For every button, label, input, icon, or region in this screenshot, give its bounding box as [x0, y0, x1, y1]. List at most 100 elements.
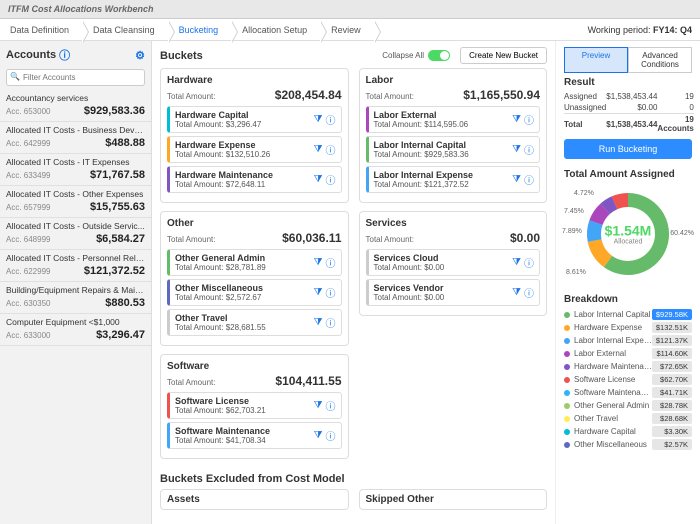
account-code: Acc. 630350 [6, 299, 50, 308]
run-bucketing-button[interactable]: Run Bucketing [564, 139, 692, 159]
create-bucket-button[interactable]: Create New Bucket [460, 47, 547, 64]
legend-label: Hardware Maintenance [574, 362, 652, 371]
wizard-step[interactable]: Bucketing [169, 21, 233, 39]
group-title: Hardware [167, 75, 342, 86]
filter-icon[interactable]: ⧩ [314, 317, 323, 328]
excluded-bucket[interactable]: Assets [160, 489, 349, 510]
info-icon[interactable]: ⓘ [326, 398, 336, 413]
donut-chart: $1.54M Allocated 60.42% 8.61% 7.89% 7.45… [564, 184, 692, 284]
filter-icon[interactable]: ⧩ [314, 144, 323, 155]
legend-row[interactable]: Hardware Capital$3.30K [564, 426, 692, 437]
info-icon[interactable]: ⓘ [326, 255, 336, 270]
account-item[interactable]: Allocated IT Costs - IT ExpensesAcc. 633… [0, 154, 151, 186]
filter-icon[interactable]: ⧩ [512, 287, 521, 298]
working-period: Working period: FY14: Q4 [588, 25, 700, 35]
account-item[interactable]: Allocated IT Costs - Personnel Relat...A… [0, 250, 151, 282]
legend-row[interactable]: Other General Admin$28.78K [564, 400, 692, 411]
account-item[interactable]: Accountancy servicesAcc. 653000$929,583.… [0, 90, 151, 122]
info-icon[interactable]: ⓘ [524, 285, 534, 300]
legend-label: Labor Internal Expense [574, 336, 652, 345]
bucket-item[interactable]: Hardware ExpenseTotal Amount: $132,510.2… [167, 136, 342, 163]
legend-row[interactable]: Other Miscellaneous$2.57K [564, 439, 692, 450]
bucket-item[interactable]: Other TravelTotal Amount: $28,681.55⧩ⓘ [167, 309, 342, 336]
info-icon[interactable]: ⓘ [326, 285, 336, 300]
help-icon[interactable]: ⓘ [59, 47, 70, 63]
bucket-item[interactable]: Labor Internal CapitalTotal Amount: $929… [366, 136, 541, 163]
bucket-item[interactable]: Labor Internal ExpenseTotal Amount: $121… [366, 166, 541, 193]
right-panel: PreviewAdvanced Conditions Result Assign… [555, 41, 700, 524]
filter-icon[interactable]: ⧩ [314, 400, 323, 411]
account-name: Allocated IT Costs - Business Devel... [6, 125, 145, 135]
legend-row[interactable]: Software License$62.70K [564, 374, 692, 385]
bucket-item[interactable]: Software MaintenanceTotal Amount: $41,70… [167, 422, 342, 449]
account-item[interactable]: Allocated IT Costs - Other ExpensesAcc. … [0, 186, 151, 218]
filter-icon[interactable]: ⧩ [314, 430, 323, 441]
account-item[interactable]: Computer Equipment <$1,000Acc. 633000$3,… [0, 314, 151, 346]
account-item[interactable]: Building/Equipment Repairs & Maint...Acc… [0, 282, 151, 314]
filter-icon[interactable]: ⧩ [314, 174, 323, 185]
bucket-name: Services Cloud [374, 253, 510, 263]
filter-icon[interactable]: ⧩ [512, 257, 521, 268]
info-icon[interactable]: ⓘ [326, 172, 336, 187]
info-icon[interactable]: ⓘ [326, 142, 336, 157]
accounts-sidebar: Accounts ⓘ ⚙ Accountancy servicesAcc. 65… [0, 41, 152, 524]
gear-icon[interactable]: ⚙ [135, 49, 145, 62]
group-title: Software [167, 361, 342, 372]
bucket-name: Software License [175, 396, 311, 406]
filter-accounts-input[interactable] [6, 69, 145, 86]
bucket-item[interactable]: Labor ExternalTotal Amount: $114,595.06⧩… [366, 106, 541, 133]
legend-row[interactable]: Hardware Expense$132.51K [564, 322, 692, 333]
account-item[interactable]: Allocated IT Costs - Business Devel...Ac… [0, 122, 151, 154]
group-total: $104,411.55 [275, 374, 341, 388]
legend-label: Labor External [574, 349, 652, 358]
result-row: Assigned$1,538,453.4419 [564, 91, 694, 102]
legend-label: Software License [574, 375, 652, 384]
bucket-item[interactable]: Hardware CapitalTotal Amount: $3,296.47⧩… [167, 106, 342, 133]
filter-icon[interactable]: ⧩ [512, 144, 521, 155]
group-total: $208,454.84 [275, 88, 342, 102]
wizard-step[interactable]: Data Cleansing [83, 21, 169, 39]
info-icon[interactable]: ⓘ [524, 172, 534, 187]
bucket-name: Other Travel [175, 313, 311, 323]
legend-row[interactable]: Labor External$114.60K [564, 348, 692, 359]
bucket-item[interactable]: Services CloudTotal Amount: $0.00⧩ⓘ [366, 249, 541, 276]
bucket-name: Labor External [374, 110, 510, 120]
bucket-item[interactable]: Services VendorTotal Amount: $0.00⧩ⓘ [366, 279, 541, 306]
excluded-bucket[interactable]: Skipped Other [359, 489, 548, 510]
bucket-item[interactable]: Hardware MaintenanceTotal Amount: $72,64… [167, 166, 342, 193]
bucket-item[interactable]: Software LicenseTotal Amount: $62,703.21… [167, 392, 342, 419]
info-icon[interactable]: ⓘ [524, 255, 534, 270]
account-amount: $880.53 [105, 297, 145, 309]
filter-icon[interactable]: ⧩ [512, 174, 521, 185]
bucket-item[interactable]: Other MiscellaneousTotal Amount: $2,572.… [167, 279, 342, 306]
legend-row[interactable]: Labor Internal Capital$929.58K [564, 309, 692, 320]
info-icon[interactable]: ⓘ [326, 112, 336, 127]
account-name: Computer Equipment <$1,000 [6, 317, 145, 327]
info-icon[interactable]: ⓘ [524, 142, 534, 157]
legend-row[interactable]: Other Travel$28.68K [564, 413, 692, 424]
info-icon[interactable]: ⓘ [326, 315, 336, 330]
account-item[interactable]: Allocated IT Costs - Outside Servic...Ac… [0, 218, 151, 250]
tab-button[interactable]: Advanced Conditions [628, 47, 692, 73]
info-icon[interactable]: ⓘ [326, 428, 336, 443]
bucket-group: OtherTotal Amount:$60,036.11Other Genera… [160, 211, 349, 346]
legend-row[interactable]: Hardware Maintenance$72.65K [564, 361, 692, 372]
legend-row[interactable]: Labor Internal Expense$121.37K [564, 335, 692, 346]
bucket-group: HardwareTotal Amount:$208,454.84Hardware… [160, 68, 349, 203]
group-total: $60,036.11 [282, 231, 341, 245]
wizard-step[interactable]: Review [321, 21, 375, 39]
bucket-item[interactable]: Other General AdminTotal Amount: $28,781… [167, 249, 342, 276]
tab-button[interactable]: Preview [564, 47, 628, 73]
filter-icon[interactable]: ⧩ [512, 114, 521, 125]
wizard-step[interactable]: Allocation Setup [232, 21, 321, 39]
filter-icon[interactable]: ⧩ [314, 257, 323, 268]
legend-row[interactable]: Software Maintenance$41.71K [564, 387, 692, 398]
legend-label: Software Maintenance [574, 388, 652, 397]
info-icon[interactable]: ⓘ [524, 112, 534, 127]
filter-icon[interactable]: ⧩ [314, 287, 323, 298]
account-code: Acc. 633499 [6, 171, 50, 180]
wizard-step[interactable]: Data Definition [0, 21, 83, 39]
filter-icon[interactable]: ⧩ [314, 114, 323, 125]
bucket-group: ServicesTotal Amount:$0.00Services Cloud… [359, 211, 548, 316]
collapse-toggle[interactable] [428, 50, 450, 61]
